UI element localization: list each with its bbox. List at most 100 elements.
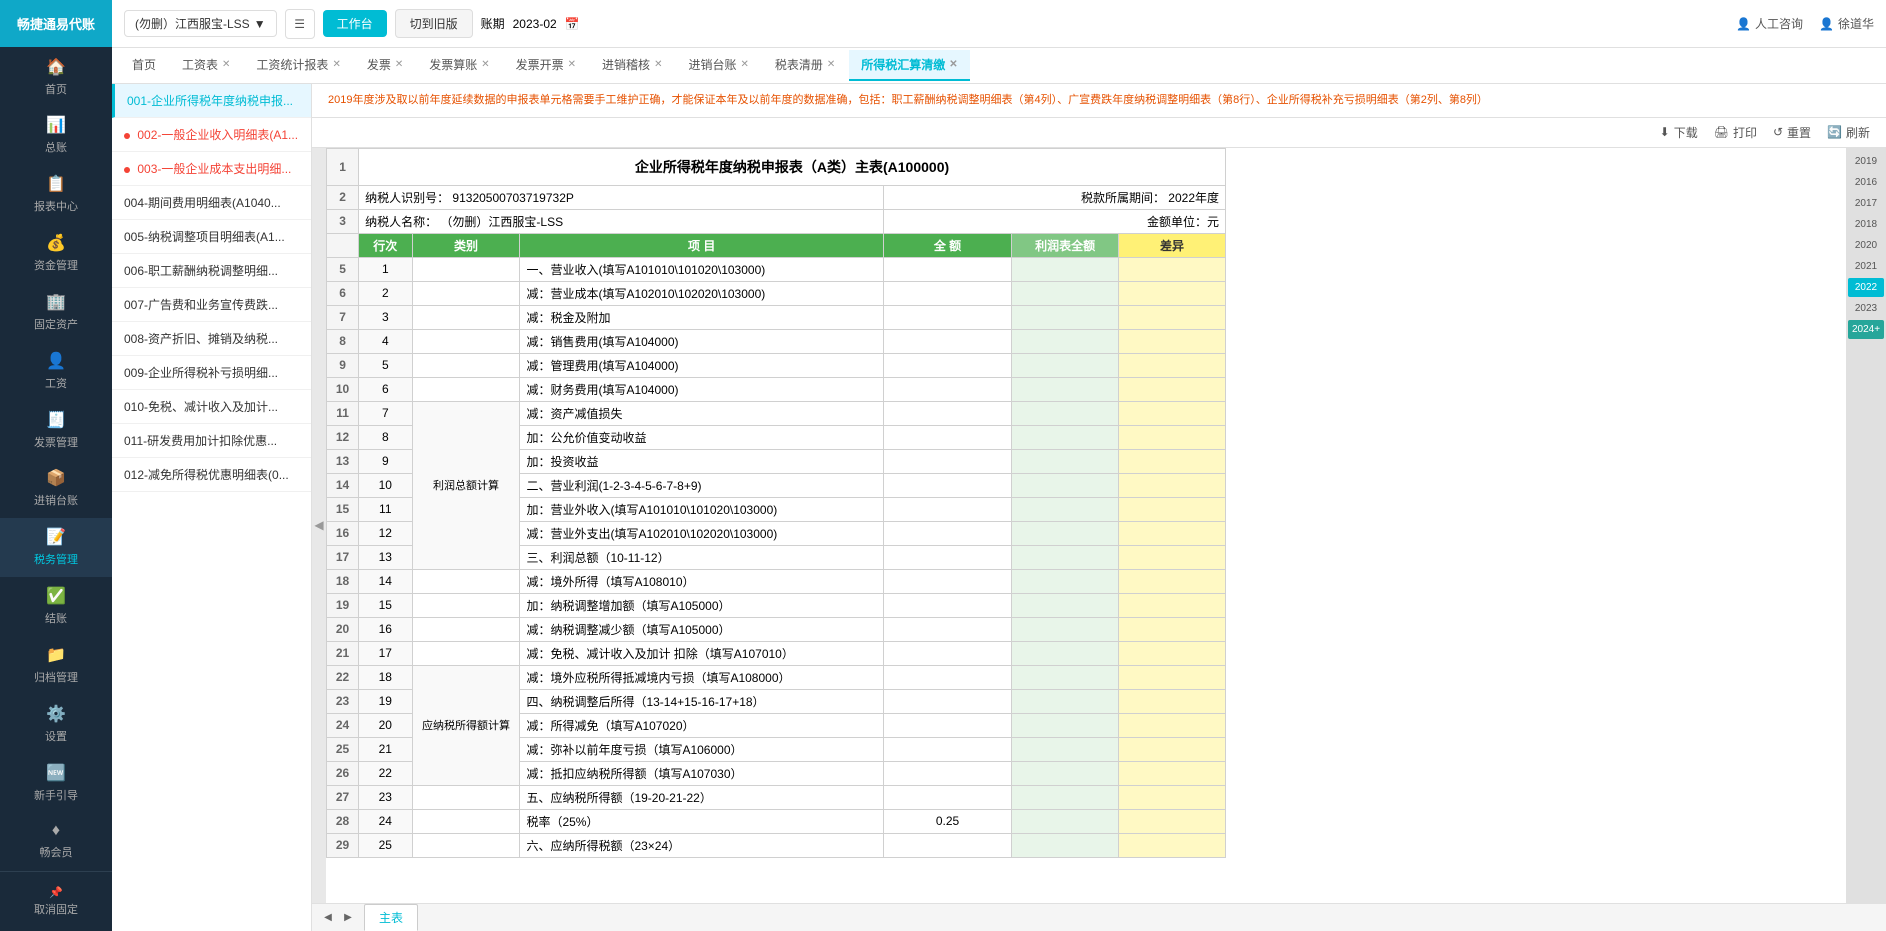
tab-invoice-open-close[interactable]: ✕ [568,59,576,70]
sheet-tab-main[interactable]: 主表 [364,904,418,931]
doc-icon-btn[interactable]: ☰ [285,9,315,39]
tab-invoice[interactable]: 发票 ✕ [355,50,415,81]
print-button[interactable]: 🖨 打印 [1714,124,1757,141]
download-button[interactable]: ⬇ 下载 [1660,124,1698,141]
tab-income-tax-close[interactable]: ✕ [949,59,957,70]
refresh-button[interactable]: 🔄 刷新 [1827,124,1870,141]
tab-invoice-calc[interactable]: 发票算账 ✕ [417,50,501,81]
reset-button[interactable]: ↺ 重置 [1773,124,1811,141]
sidebar-label-archive: 归档管理 [34,669,78,685]
print-icon: 🖨 [1714,125,1729,139]
timeline-2020[interactable]: 2020 [1848,236,1884,255]
workbench-button[interactable]: 工作台 [323,10,387,37]
sidebar-item-member[interactable]: ♦ 畅会员 [0,812,112,871]
timeline-2023[interactable]: 2023 [1848,299,1884,318]
timeline-2022[interactable]: 2022 [1848,278,1884,297]
table-row: 9 5 减：管理费用(填写A104000) [327,353,1226,377]
user-info[interactable]: 👤 徐道华 [1819,15,1874,32]
tab-salary-stat-close[interactable]: ✕ [332,59,340,70]
sidebar-label-settle: 结账 [45,610,67,626]
app-logo: 畅捷通易代账 [0,0,112,47]
left-item-011[interactable]: 011-研发费用加计扣除优惠... [112,424,311,458]
tab-tax-clear[interactable]: 税表清册 ✕ [763,50,847,81]
sidebar-item-assets[interactable]: 🏢 固定资产 [0,282,112,341]
tab-stock-ledger[interactable]: 进销台账 ✕ [676,50,760,81]
switch-version-button[interactable]: 切到旧版 [395,9,473,38]
left-item-006[interactable]: 006-职工薪酬纳税调整明细... [112,254,311,288]
sidebar-item-tax[interactable]: 📝 税务管理 [0,518,112,577]
left-item-003[interactable]: 003-一般企业成本支出明细... [112,152,311,186]
tab-stock-ledger-close[interactable]: ✕ [740,59,748,70]
tab-stock-check-close[interactable]: ✕ [654,59,662,70]
sidebar-item-home[interactable]: 🏠 首页 [0,47,112,106]
left-item-008[interactable]: 008-资产折旧、摊销及纳税... [112,322,311,356]
left-item-007[interactable]: 007-广告费和业务宣传费跌... [112,288,311,322]
tab-stock-check[interactable]: 进销稽核 ✕ [590,50,674,81]
table-col-header-row: 行次 类别 项 目 全 额 利润表全额 差异 [327,233,1226,257]
sidebar-item-archive[interactable]: 📁 归档管理 [0,636,112,695]
sidebar-item-invoice[interactable]: 🧾 发票管理 [0,400,112,459]
settle-icon: ✅ [46,586,66,606]
spreadsheet[interactable]: 1 企业所得税年度纳税申报表（A类）主表(A100000) 2 纳税人识别号： … [326,148,1846,904]
table-row: 19 15 加：纳税调整增加额（填写A105000） [327,593,1226,617]
left-item-001[interactable]: 001-企业所得税年度纳税申报... [112,84,311,118]
sidebar-item-settings[interactable]: ⚙️ 设置 [0,694,112,753]
sidebar-item-salary[interactable]: 👤 工资 [0,341,112,400]
tab-invoice-open[interactable]: 发票开票 ✕ [504,50,588,81]
col-header-c: 项 目 [520,233,883,257]
company-selector[interactable]: (勿删）江西服宝-LSS ▼ [124,10,277,37]
sidebar-label-finance: 资金管理 [34,257,78,273]
nav-prev-arrow[interactable]: ◀ [320,910,336,926]
timeline-panel: 2019 2016 2017 2018 2020 2021 2022 2023 … [1846,148,1886,904]
timeline-2016[interactable]: 2016 [1848,173,1884,192]
collapse-handle[interactable]: ◀ [312,148,326,904]
left-item-002-label: 002-一般企业收入明细表(A1... [137,128,298,142]
sidebar-item-guide[interactable]: 🆕 新手引导 [0,753,112,812]
nav-next-arrow[interactable]: ▶ [340,910,356,926]
sidebar-unpin[interactable]: 📌 取消固定 [0,880,112,923]
left-item-010[interactable]: 010-免税、减计收入及加计... [112,390,311,424]
left-item-002[interactable]: 002-一般企业收入明细表(A1... [112,118,311,152]
timeline-2017[interactable]: 2017 [1848,194,1884,213]
calendar-icon[interactable]: 📅 [565,17,580,31]
timeline-2018[interactable]: 2018 [1848,215,1884,234]
left-item-005[interactable]: 005-纳税调整项目明细表(A1... [112,220,311,254]
sidebar-label-salary: 工资 [45,375,67,391]
sidebar-unpin-label: 取消固定 [34,901,78,917]
sidebar-item-stock[interactable]: 📦 进销台账 [0,459,112,518]
tabbar: 首页 工资表 ✕ 工资统计报表 ✕ 发票 ✕ 发票算账 ✕ 发票开票 ✕ 进销稽… [112,48,1886,84]
left-item-010-label: 010-免税、减计收入及加计... [124,400,278,414]
left-item-012-label: 012-减免所得税优惠明细表(0... [124,468,289,482]
tab-salary-close[interactable]: ✕ [222,59,230,70]
left-item-009-label: 009-企业所得税补亏损明细... [124,366,278,380]
collapse-icon: ◀ [314,518,323,532]
tab-invoice-calc-close[interactable]: ✕ [481,59,489,70]
doc-icon: ☰ [294,17,305,31]
table-row: 7 3 减：税金及附加 [327,305,1226,329]
currency-cell: 金额单位：元 [883,209,1225,233]
sidebar-item-settle[interactable]: ✅ 结账 [0,577,112,636]
assets-icon: 🏢 [46,292,66,312]
tab-salary[interactable]: 工资表 ✕ [170,50,242,81]
tab-home[interactable]: 首页 [120,50,168,81]
sidebar-label-assets: 固定资产 [34,316,78,332]
sidebar-item-finance[interactable]: 💰 资金管理 [0,224,112,283]
left-item-009[interactable]: 009-企业所得税补亏损明细... [112,356,311,390]
left-item-011-label: 011-研发费用加计扣除优惠... [124,434,277,448]
sidebar-item-ledger[interactable]: 📊 总账 [0,106,112,165]
company-dropdown-icon: ▼ [254,17,266,31]
service-btn[interactable]: 👤 人工咨询 [1736,15,1803,32]
timeline-2019[interactable]: 2019 [1848,152,1884,171]
col-header-rownum [327,233,359,257]
timeline-2021[interactable]: 2021 [1848,257,1884,276]
left-item-004[interactable]: 004-期间费用明细表(A1040... [112,186,311,220]
sidebar-item-report[interactable]: 📋 报表中心 [0,165,112,224]
reset-icon: ↺ [1773,125,1783,139]
tab-income-tax[interactable]: 所得税汇算清缴 ✕ [849,50,969,81]
service-label: 人工咨询 [1755,15,1803,32]
tab-salary-stat[interactable]: 工资统计报表 ✕ [244,50,352,81]
timeline-2024[interactable]: 2024+ [1848,320,1884,339]
left-item-012[interactable]: 012-减免所得税优惠明细表(0... [112,458,311,492]
tab-invoice-close[interactable]: ✕ [395,59,403,70]
tab-tax-clear-close[interactable]: ✕ [827,59,835,70]
